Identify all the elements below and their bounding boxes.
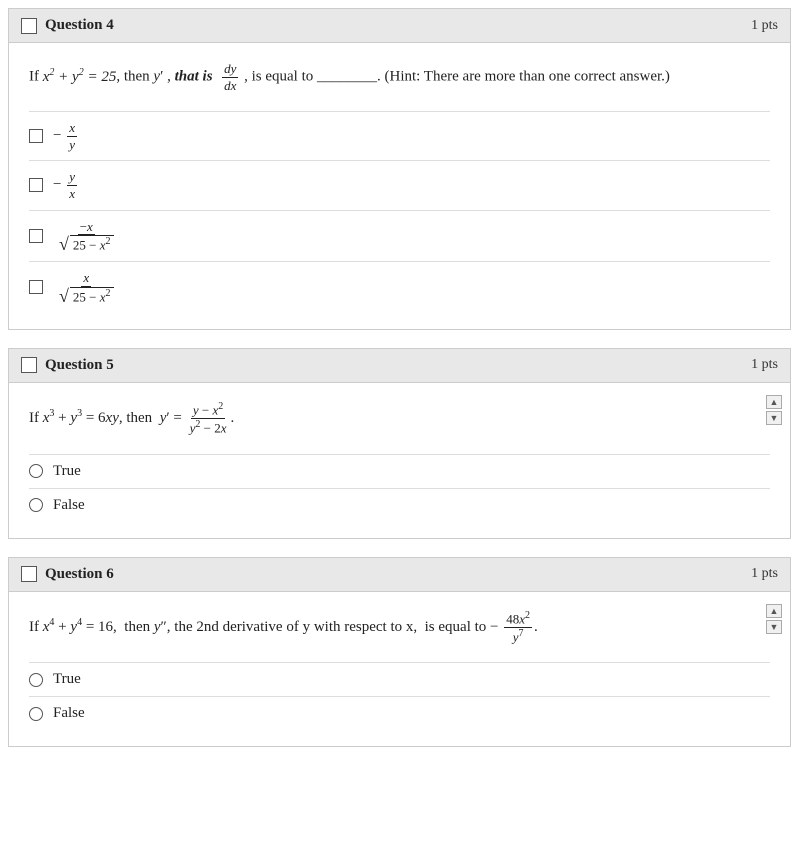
question-5-body: ▲ ▼ If x3 + y3 = 6xy, then y′ = y − x2 y… xyxy=(9,383,790,538)
q6-true-label: True xyxy=(53,671,81,688)
q4-dy-dx: dy dx xyxy=(222,61,238,93)
q6-radio-false[interactable] xyxy=(29,707,43,721)
question-5-scroll: ▲ ▼ xyxy=(766,395,782,425)
q5-radio-true[interactable] xyxy=(29,464,43,478)
q6-answer-true: True xyxy=(29,662,770,696)
question-6-text: If x4 + y4 = 16, then y″, the 2nd deriva… xyxy=(29,610,770,645)
question-6-scroll: ▲ ▼ xyxy=(766,604,782,634)
question-6-body: ▲ ▼ If x4 + y4 = 16, then y″, the 2nd de… xyxy=(9,592,790,747)
question-4-body: If x2 + y2 = 25, then y′ , that is dy dx… xyxy=(9,43,790,329)
q4-math-eq: x2 + y2 = 25 xyxy=(43,69,117,85)
question-4-pts: 1 pts xyxy=(751,18,778,34)
q4-checkbox-2[interactable] xyxy=(29,178,43,192)
q5-answer-true: True xyxy=(29,454,770,488)
question-4-title: Question 4 xyxy=(21,17,114,34)
question-4-header: Question 4 1 pts xyxy=(9,9,790,43)
q4-answer-4: x √ 25 − x2 xyxy=(29,261,770,313)
question-6-label: Question 6 xyxy=(45,566,114,583)
q6-radio-true[interactable] xyxy=(29,673,43,687)
q5-radio-false[interactable] xyxy=(29,498,43,512)
question-6-title: Question 6 xyxy=(21,566,114,583)
q6-answer-false: False xyxy=(29,696,770,730)
question-5-pts: 1 pts xyxy=(751,357,778,373)
question-4-block: Question 4 1 pts If x2 + y2 = 25, then y… xyxy=(8,8,791,330)
question-5-checkbox[interactable] xyxy=(21,357,37,373)
q4-answer-1: − x y xyxy=(29,111,770,160)
q4-checkbox-4[interactable] xyxy=(29,280,43,294)
question-6-pts: 1 pts xyxy=(751,566,778,582)
q6-false-label: False xyxy=(53,705,85,722)
question-5-text: If x3 + y3 = 6xy, then y′ = y − x2 y2 − … xyxy=(29,401,770,436)
q5-true-label: True xyxy=(53,463,81,480)
question-4-label: Question 4 xyxy=(45,17,114,34)
question-5-title: Question 5 xyxy=(21,357,114,374)
question-6-scroll-down[interactable]: ▼ xyxy=(766,620,782,634)
question-6-scroll-up[interactable]: ▲ xyxy=(766,604,782,618)
q4-answer-3: −x √ 25 − x2 xyxy=(29,210,770,262)
q4-answer-2-math: − y x xyxy=(53,169,79,201)
q4-answer-3-math: −x √ 25 − x2 xyxy=(53,219,120,254)
question-5-block: Question 5 1 pts ▲ ▼ If x3 + y3 = 6xy, t… xyxy=(8,348,791,539)
q5-false-label: False xyxy=(53,497,85,514)
q5-answer-false: False xyxy=(29,488,770,522)
question-4-checkbox[interactable] xyxy=(21,18,37,34)
question-5-header: Question 5 1 pts xyxy=(9,349,790,383)
question-4-text: If x2 + y2 = 25, then y′ , that is dy dx… xyxy=(29,61,770,93)
q4-answer-1-math: − x y xyxy=(53,120,79,152)
q4-checkbox-3[interactable] xyxy=(29,229,43,243)
q4-checkbox-1[interactable] xyxy=(29,129,43,143)
question-5-scroll-down[interactable]: ▼ xyxy=(766,411,782,425)
question-6-header: Question 6 1 pts xyxy=(9,558,790,592)
question-6-checkbox[interactable] xyxy=(21,566,37,582)
q4-answer-4-math: x √ 25 − x2 xyxy=(53,270,120,305)
q4-answer-2: − y x xyxy=(29,160,770,209)
question-5-label: Question 5 xyxy=(45,357,114,374)
question-6-block: Question 6 1 pts ▲ ▼ If x4 + y4 = 16, th… xyxy=(8,557,791,748)
question-5-scroll-up[interactable]: ▲ xyxy=(766,395,782,409)
